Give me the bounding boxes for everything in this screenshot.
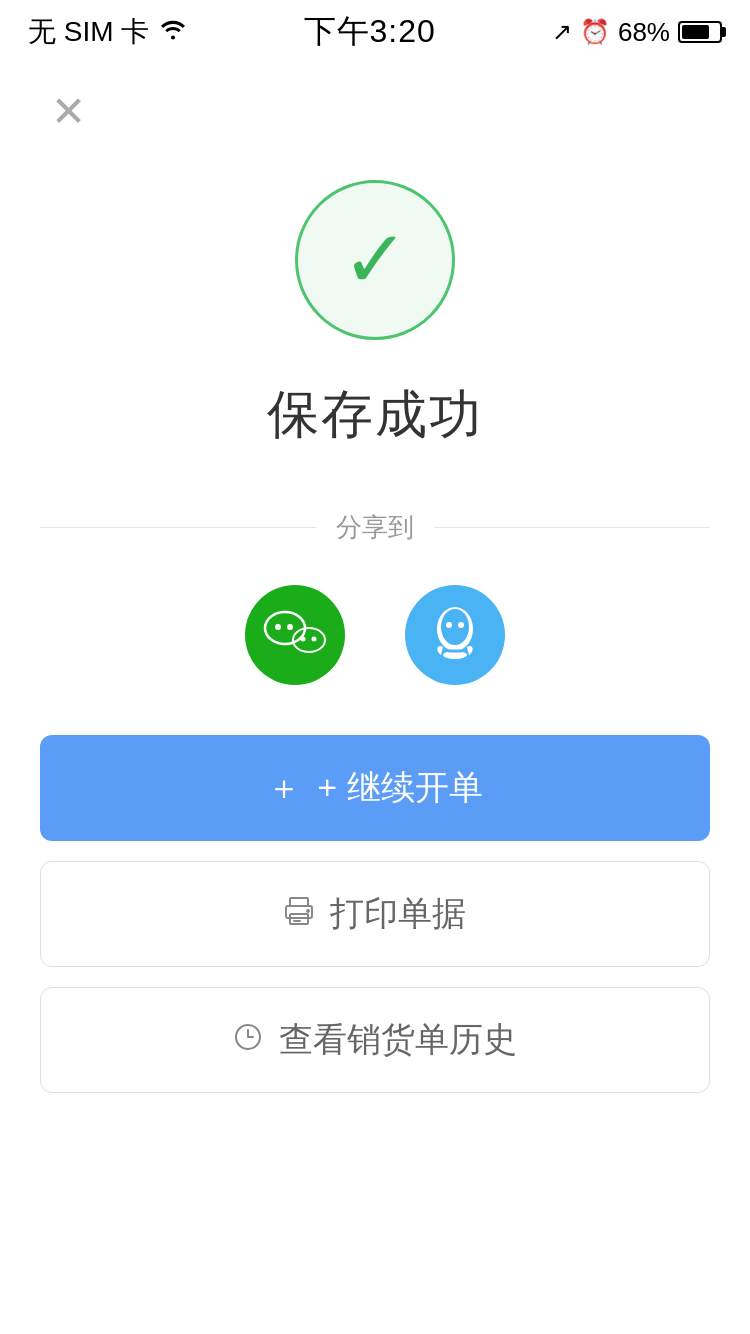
history-button-label: 查看销货单历史: [279, 1017, 517, 1063]
qq-icon: [427, 603, 483, 667]
svg-point-9: [458, 622, 464, 628]
svg-point-2: [275, 624, 281, 630]
alarm-icon: ⏰: [580, 18, 610, 46]
divider-left: [40, 527, 316, 528]
svg-point-3: [287, 624, 293, 630]
time-display: 下午3:20: [304, 10, 436, 54]
close-button-area: ✕: [40, 84, 710, 140]
history-button[interactable]: 查看销货单历史: [40, 987, 710, 1093]
continue-button[interactable]: ＋ + 继续开单: [40, 735, 710, 841]
close-icon: ✕: [51, 91, 86, 133]
wifi-icon: [159, 17, 187, 48]
no-sim-text: 无 SIM 卡: [28, 13, 149, 51]
svg-rect-15: [293, 920, 301, 922]
battery-percent: 68%: [618, 17, 670, 48]
success-circle: ✓: [295, 180, 455, 340]
svg-point-16: [306, 909, 310, 913]
print-button[interactable]: 打印单据: [40, 861, 710, 967]
plus-icon: ＋: [267, 765, 301, 811]
status-right: ↗ ⏰ 68%: [552, 17, 722, 48]
history-icon: [233, 1022, 263, 1059]
success-title: 保存成功: [267, 380, 483, 450]
svg-point-0: [265, 612, 305, 644]
svg-rect-11: [290, 898, 308, 906]
print-button-label: 打印单据: [330, 891, 466, 937]
share-divider: 分享到: [40, 510, 710, 545]
svg-point-5: [312, 637, 317, 642]
close-button[interactable]: ✕: [40, 84, 96, 140]
svg-point-8: [446, 622, 452, 628]
continue-button-label: + 继续开单: [317, 765, 482, 811]
main-content: ✕ ✓ 保存成功 分享到: [0, 64, 750, 1133]
status-bar: 无 SIM 卡 下午3:20 ↗ ⏰ 68%: [0, 0, 750, 64]
svg-point-4: [301, 637, 306, 642]
action-buttons: ＋ + 继续开单 打印单据: [40, 735, 710, 1093]
wechat-share-button[interactable]: [245, 585, 345, 685]
checkmark-icon: ✓: [342, 220, 409, 300]
share-section: 分享到: [40, 510, 710, 685]
print-icon: [284, 897, 314, 932]
status-left: 无 SIM 卡: [28, 13, 187, 51]
wechat-icon: [263, 608, 327, 662]
divider-right: [434, 527, 710, 528]
location-icon: ↗: [552, 18, 572, 46]
share-icons: [40, 585, 710, 685]
battery-icon: [678, 21, 722, 43]
qq-share-button[interactable]: [405, 585, 505, 685]
svg-point-7: [441, 609, 469, 645]
svg-rect-14: [293, 917, 305, 919]
share-label: 分享到: [336, 510, 414, 545]
